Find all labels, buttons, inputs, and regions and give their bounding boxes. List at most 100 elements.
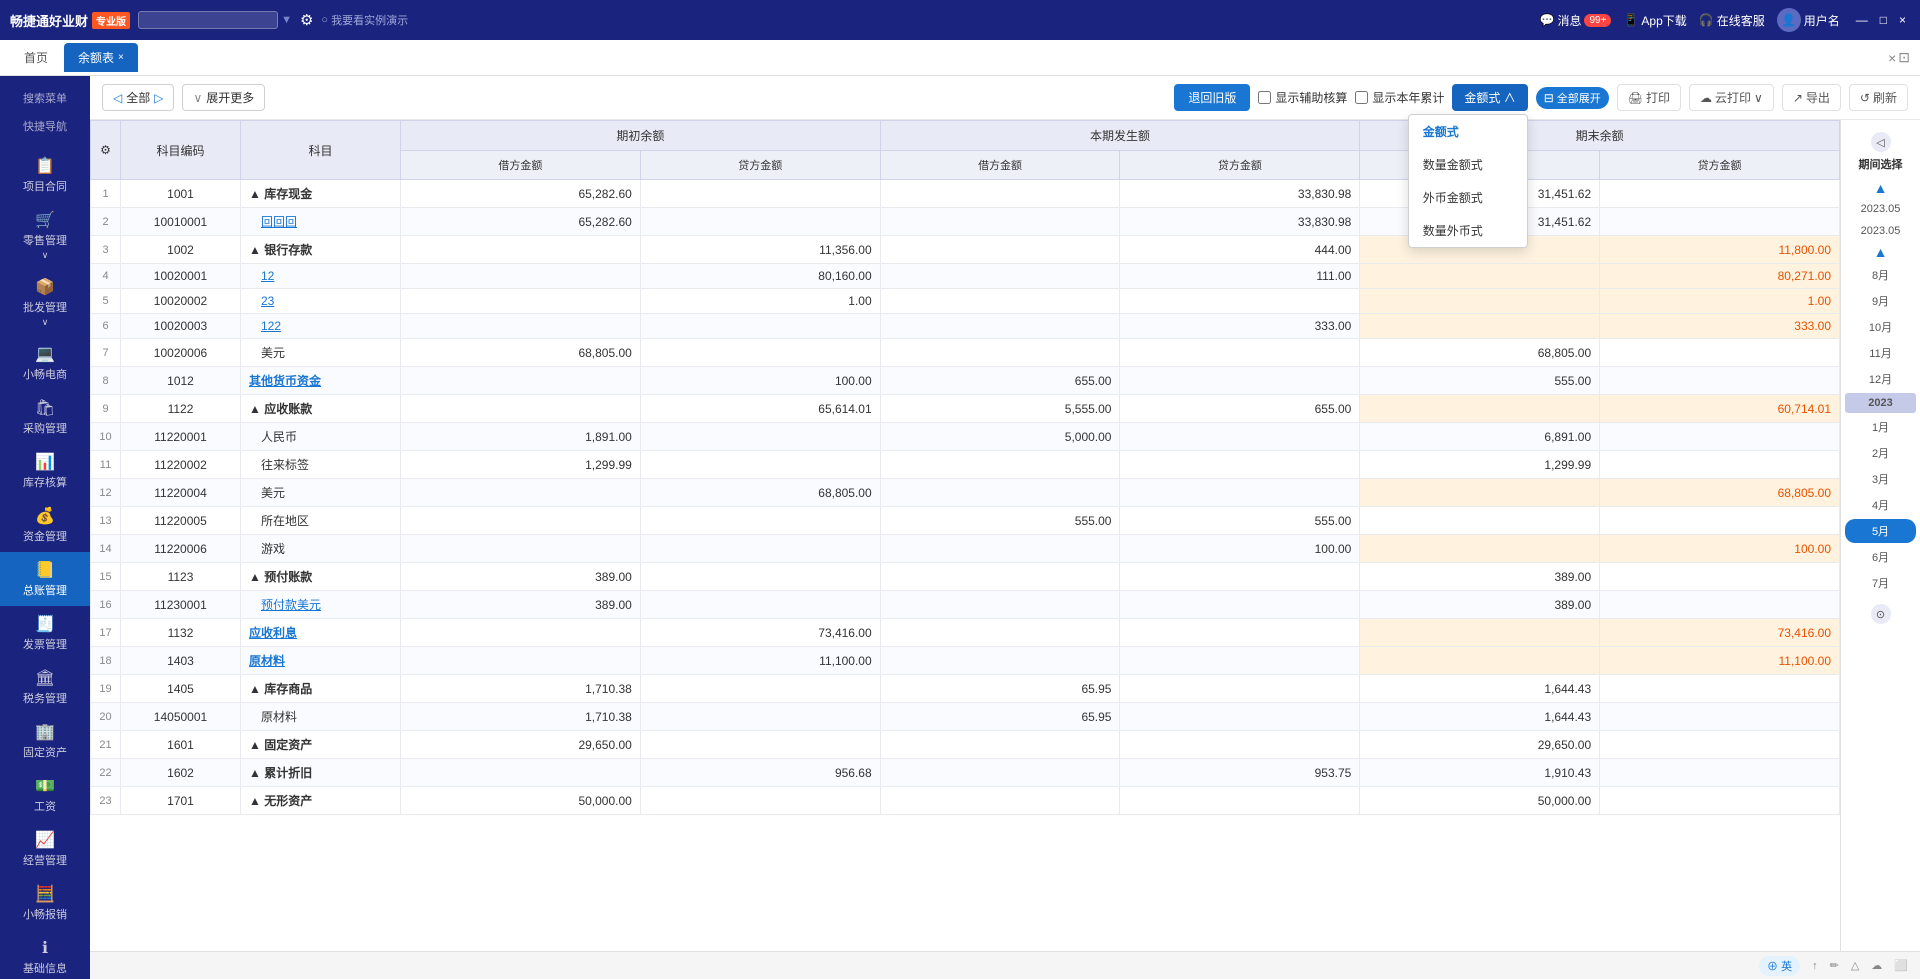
dropdown-arrow[interactable]: ▼ xyxy=(281,14,292,26)
row-cur-credit xyxy=(1120,619,1360,647)
row-cur-credit: 444.00 xyxy=(1120,236,1360,264)
th-cur-credit: 贷方金额 xyxy=(1120,151,1360,180)
period-10[interactable]: 10月 xyxy=(1845,315,1916,339)
sidebar-item-salary[interactable]: 💵 工资 xyxy=(0,768,90,822)
sidebar-item-retail[interactable]: 🛒 零售管理 ∨ xyxy=(0,202,90,269)
sidebar: 搜索菜单 快捷导航 📋 项目合同 🛒 零售管理 ∨ 📦 批发管理 ∨ 💻 小畅电… xyxy=(0,76,90,979)
tab-bar-close-icon[interactable]: × xyxy=(1888,50,1896,66)
period-1[interactable]: 1月 xyxy=(1845,415,1916,439)
aux-checkbox[interactable] xyxy=(1258,91,1271,104)
menu-item-qty-foreign[interactable]: 数量外币式 xyxy=(1409,214,1527,247)
period-collapse-btn[interactable]: ◁ xyxy=(1871,132,1891,152)
message-badge: 99+ xyxy=(1584,14,1611,27)
period-year-2023[interactable]: 2023 xyxy=(1845,393,1916,413)
period-2023-05-1[interactable]: 2023.05 xyxy=(1845,199,1916,219)
expand-btn[interactable]: ∨ 展开更多 xyxy=(182,84,265,111)
settings-icon[interactable]: ⚙ xyxy=(300,11,313,29)
period-7[interactable]: 7月 xyxy=(1845,571,1916,595)
sidebar-item-wholesale[interactable]: 📦 批发管理 ∨ xyxy=(0,269,90,336)
tab-bar-expand-icon[interactable]: ⊡ xyxy=(1898,49,1910,66)
export-btn[interactable]: ↗ 导出 xyxy=(1782,84,1841,111)
sidebar-item-inventory[interactable]: 📊 库存核算 xyxy=(0,444,90,498)
online-support-btn[interactable]: 🎧 在线客服 xyxy=(1699,12,1765,29)
row-name[interactable]: 122 xyxy=(241,314,401,339)
sidebar-item-ledger[interactable]: 📒 总账管理 xyxy=(0,552,90,606)
sidebar-item-ecommerce[interactable]: 💻 小畅电商 xyxy=(0,336,90,390)
period-3[interactable]: 3月 xyxy=(1845,467,1916,491)
period-6[interactable]: 6月 xyxy=(1845,545,1916,569)
tab-balance[interactable]: 余额表 × xyxy=(64,43,138,72)
period-2[interactable]: 2月 xyxy=(1845,441,1916,465)
maximize-btn[interactable]: □ xyxy=(1876,13,1891,27)
search-company-input[interactable] xyxy=(138,11,278,29)
row-name[interactable]: 12 xyxy=(241,264,401,289)
period-up-arrow[interactable]: ▲ xyxy=(1872,178,1890,198)
row-cur-credit xyxy=(1120,703,1360,731)
row-name[interactable]: 回回回 xyxy=(241,208,401,236)
row-name[interactable]: 其他货币资金 xyxy=(241,367,401,395)
row-code: 1001 xyxy=(121,180,241,208)
close-btn[interactable]: × xyxy=(1895,13,1910,27)
purchase-icon: 🛍 xyxy=(35,398,55,418)
message-btn[interactable]: 💬 消息 99+ xyxy=(1540,12,1612,29)
menu-item-amount[interactable]: 金额式 xyxy=(1409,115,1527,148)
refresh-btn[interactable]: ↺ 刷新 xyxy=(1849,84,1908,111)
row-op-debit: 1,299.99 xyxy=(401,451,641,479)
period-collapse-bottom[interactable]: ⊙ xyxy=(1871,604,1891,624)
row-cur-debit xyxy=(880,759,1120,787)
all-btn[interactable]: ◁ 全部 ▷ xyxy=(102,84,174,111)
row-name[interactable]: 原材料 xyxy=(241,647,401,675)
sidebar-item-purchase[interactable]: 🛍 采购管理 xyxy=(0,390,90,444)
row-op-debit: 389.00 xyxy=(401,591,641,619)
row-op-debit xyxy=(401,507,641,535)
period-down-arrow[interactable]: ▲ xyxy=(1872,242,1890,262)
row-name[interactable]: 应收利息 xyxy=(241,619,401,647)
sidebar-item-basic[interactable]: ℹ 基础信息 xyxy=(0,930,90,979)
show-aux-check[interactable]: 显示辅助核算 xyxy=(1258,89,1347,106)
print-btn[interactable]: 🖨 打印 xyxy=(1617,84,1681,111)
row-num: 8 xyxy=(91,367,121,395)
top-bar-right: 💬 消息 99+ 📱 App下载 🎧 在线客服 👤 用户名 — □ × xyxy=(1540,8,1911,32)
row-name[interactable]: 预付款美元 xyxy=(241,591,401,619)
period-2023-05-2[interactable]: 2023.05 xyxy=(1845,221,1916,241)
row-cur-debit: 655.00 xyxy=(880,367,1120,395)
sidebar-item-operations[interactable]: 📈 经营管理 xyxy=(0,822,90,876)
cloud-print-btn[interactable]: ☁ 云打印 ∨ xyxy=(1689,84,1774,111)
expand-all-toggle[interactable]: ⊟ 全部展开 xyxy=(1536,87,1609,109)
row-op-debit xyxy=(401,236,641,264)
app-download-btn[interactable]: 📱 App下载 xyxy=(1623,12,1686,29)
tab-close-icon[interactable]: × xyxy=(118,52,124,63)
period-12[interactable]: 12月 xyxy=(1845,367,1916,391)
menu-item-foreign[interactable]: 外币金额式 xyxy=(1409,181,1527,214)
sidebar-search[interactable]: 搜索菜单 xyxy=(0,84,90,112)
th-settings[interactable]: ⚙ xyxy=(91,121,121,180)
row-op-debit: 65,282.60 xyxy=(401,208,641,236)
return-old-version-btn[interactable]: 退回旧版 xyxy=(1174,84,1250,111)
sidebar-item-tax[interactable]: 🏛 税务管理 xyxy=(0,660,90,714)
demo-label[interactable]: ○ 我要看实例演示 xyxy=(321,12,408,28)
period-4[interactable]: 4月 xyxy=(1845,493,1916,517)
sidebar-item-capital[interactable]: 💰 资金管理 xyxy=(0,498,90,552)
user-avatar[interactable]: 👤 用户名 xyxy=(1777,8,1840,32)
menu-item-qty-amount[interactable]: 数量金额式 xyxy=(1409,148,1527,181)
annual-checkbox[interactable] xyxy=(1355,91,1368,104)
sidebar-item-assets[interactable]: 🏢 固定资产 xyxy=(0,714,90,768)
period-5[interactable]: 5月 xyxy=(1845,519,1916,543)
lang-switch[interactable]: ⊕ 英 xyxy=(1759,956,1800,976)
row-num: 7 xyxy=(91,339,121,367)
period-11[interactable]: 11月 xyxy=(1845,341,1916,365)
sidebar-item-invoice[interactable]: 🧾 发票管理 xyxy=(0,606,90,660)
amount-style-btn[interactable]: 金额式 ∧ xyxy=(1452,84,1527,111)
period-8[interactable]: 8月 xyxy=(1845,263,1916,287)
row-name[interactable]: 23 xyxy=(241,289,401,314)
minimize-btn[interactable]: — xyxy=(1852,13,1872,27)
sidebar-quick-nav[interactable]: 快捷导航 xyxy=(0,112,90,140)
sidebar-item-project[interactable]: 📋 项目合同 xyxy=(0,148,90,202)
tab-home[interactable]: 首页 xyxy=(10,43,62,72)
sidebar-item-sales[interactable]: 🧮 小畅报销 xyxy=(0,876,90,930)
period-9[interactable]: 9月 xyxy=(1845,289,1916,313)
row-op-credit: 11,100.00 xyxy=(640,647,880,675)
show-annual-check[interactable]: 显示本年累计 xyxy=(1355,89,1444,106)
row-cl-credit xyxy=(1600,563,1840,591)
th-opening: 期初余额 xyxy=(401,121,881,151)
